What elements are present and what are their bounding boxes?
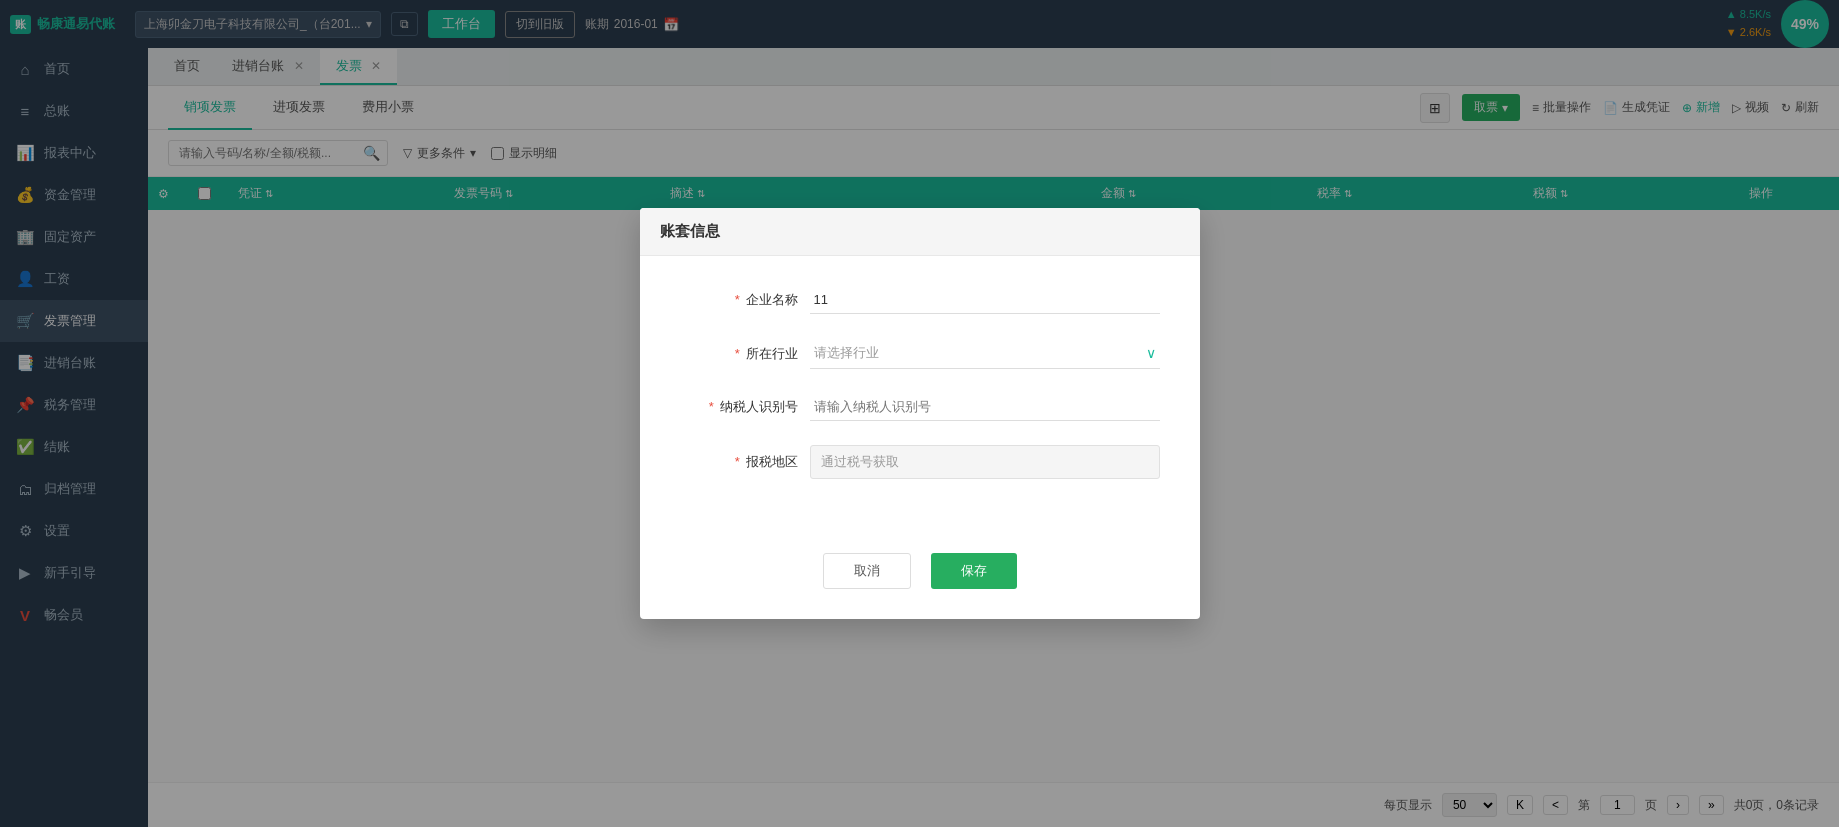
tax-region-label: * 报税地区 (680, 453, 810, 471)
required-star: * (735, 346, 740, 361)
required-star: * (735, 454, 740, 469)
modal-header: 账套信息 (640, 208, 1200, 256)
company-name-label: * 企业名称 (680, 291, 810, 309)
modal-footer: 取消 保存 (640, 533, 1200, 619)
form-row-tax-region: * 报税地区 通过税号获取 (680, 445, 1160, 479)
modal-title: 账套信息 (660, 222, 720, 239)
industry-label: * 所在行业 (680, 345, 810, 363)
tax-region-placeholder: 通过税号获取 (821, 454, 899, 469)
save-button[interactable]: 保存 (931, 553, 1017, 589)
tax-id-input[interactable] (810, 393, 1160, 421)
tax-id-label: * 纳税人识别号 (680, 398, 810, 416)
modal-dialog: 账套信息 * 企业名称 * 所在行业 请选择行业 ∨ (640, 208, 1200, 619)
form-row-company: * 企业名称 (680, 286, 1160, 314)
required-star: * (709, 399, 714, 414)
tax-region-field: 通过税号获取 (810, 445, 1160, 479)
industry-select[interactable]: 请选择行业 ∨ (810, 338, 1160, 369)
cancel-button[interactable]: 取消 (823, 553, 911, 589)
form-row-industry: * 所在行业 请选择行业 ∨ (680, 338, 1160, 369)
industry-placeholder: 请选择行业 (814, 344, 1146, 362)
modal-overlay[interactable]: 账套信息 * 企业名称 * 所在行业 请选择行业 ∨ (0, 0, 1839, 827)
chevron-down-icon: ∨ (1146, 345, 1156, 361)
required-star: * (735, 292, 740, 307)
modal-body: * 企业名称 * 所在行业 请选择行业 ∨ * (640, 256, 1200, 533)
company-name-input[interactable] (810, 286, 1160, 314)
form-row-tax-id: * 纳税人识别号 (680, 393, 1160, 421)
